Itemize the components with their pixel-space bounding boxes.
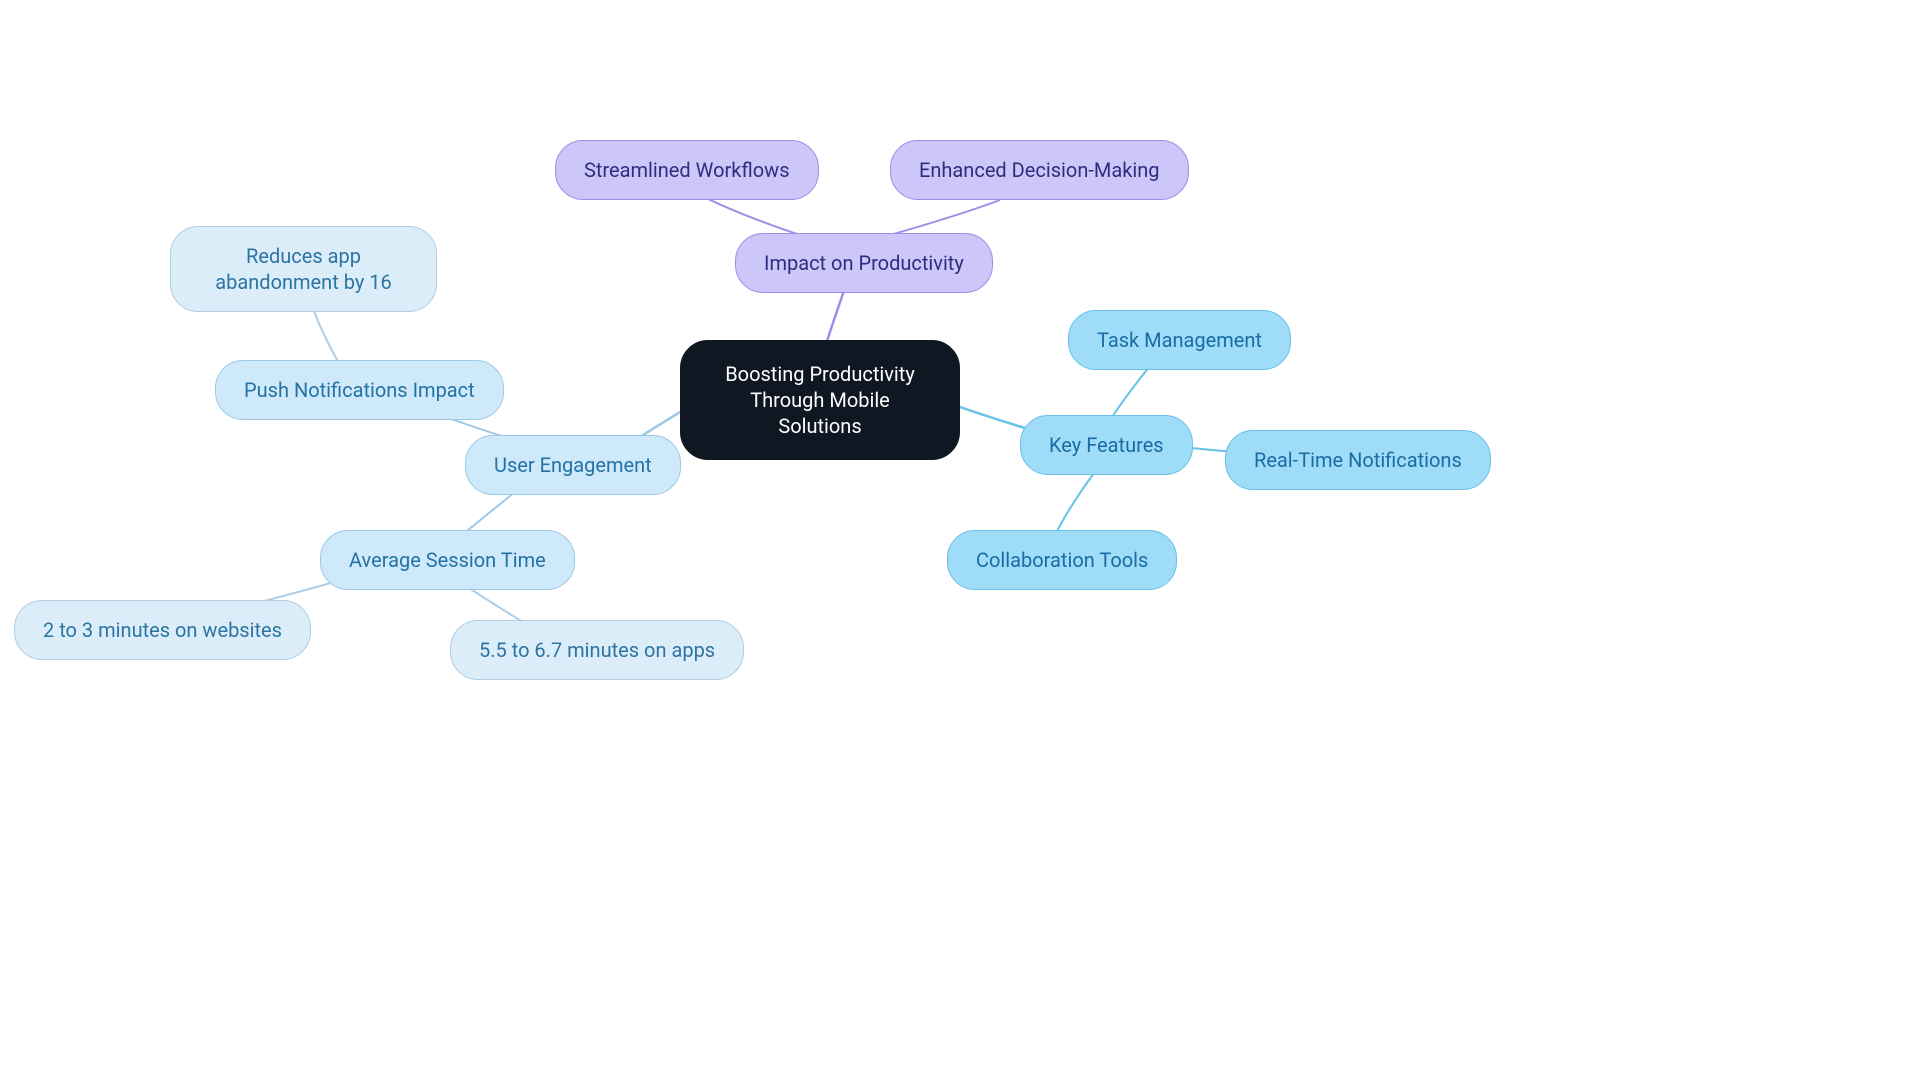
engagement-node[interactable]: User Engagement [465,435,681,495]
push-node[interactable]: Push Notifications Impact [215,360,504,420]
apps-node[interactable]: 5.5 to 6.7 minutes on apps [450,620,744,680]
collab-node[interactable]: Collaboration Tools [947,530,1177,590]
task-node[interactable]: Task Management [1068,310,1291,370]
features-node[interactable]: Key Features [1020,415,1193,475]
enhanced-node[interactable]: Enhanced Decision-Making [890,140,1189,200]
realtime-node[interactable]: Real-Time Notifications [1225,430,1491,490]
streamlined-node[interactable]: Streamlined Workflows [555,140,819,200]
reduces-node[interactable]: Reduces app abandonment by 16 [170,226,437,312]
avg-node[interactable]: Average Session Time [320,530,575,590]
websites-node[interactable]: 2 to 3 minutes on websites [14,600,311,660]
center-node[interactable]: Boosting Productivity Through Mobile Sol… [680,340,960,460]
impact-node[interactable]: Impact on Productivity [735,233,993,293]
